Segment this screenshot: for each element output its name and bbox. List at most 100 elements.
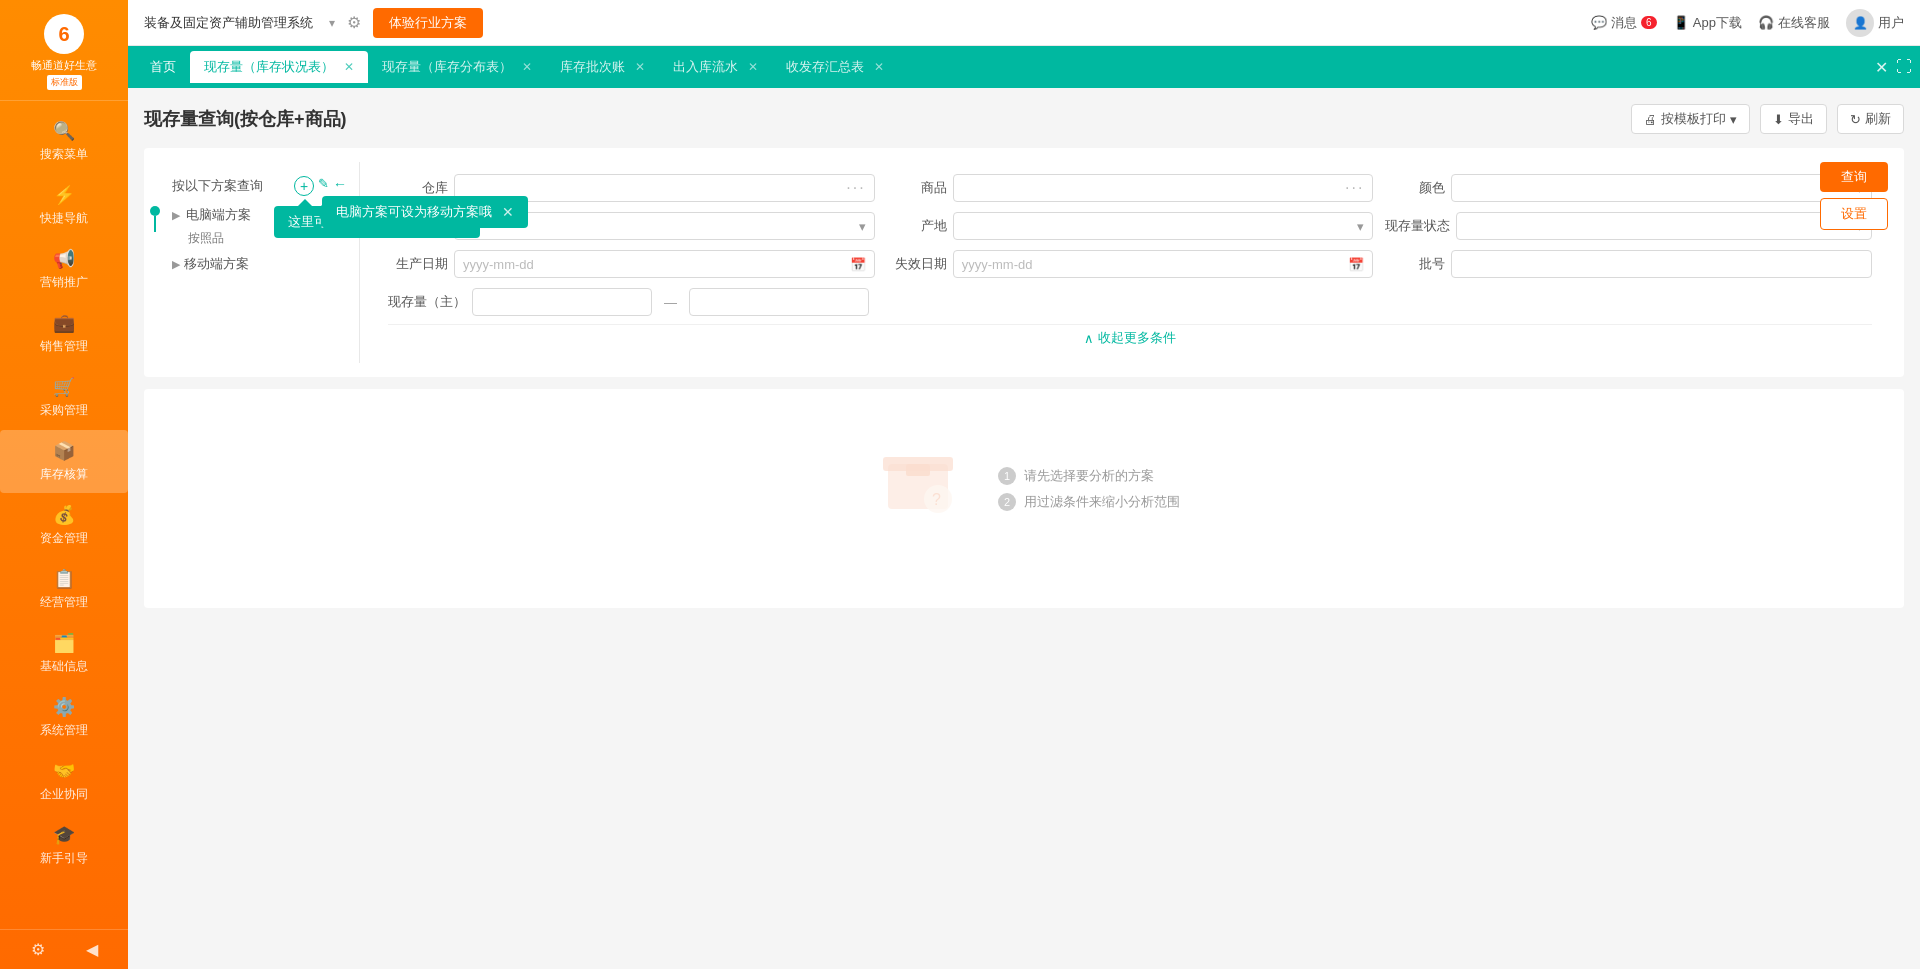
notification-badge: 6 — [1641, 16, 1657, 29]
mobile-scheme-tooltip: 电脑方案可设为移动方案哦 ✕ — [322, 196, 528, 228]
tab-stock-dist[interactable]: 现存量（库存分布表） ✕ — [368, 51, 546, 83]
edit-scheme-btn[interactable]: ✎ — [318, 176, 329, 196]
tab-bar: 首页 现存量（库存状况表） ✕ 现存量（库存分布表） ✕ 库存批次账 ✕ 出入库… — [128, 46, 1920, 88]
finance-icon: 💰 — [53, 504, 75, 526]
sidebar-item-enterprise[interactable]: 🤝 企业协同 — [0, 750, 128, 813]
add-scheme-container: + 这里可以创建和修改方案哦 ✕ — [294, 176, 314, 196]
sidebar-item-purchase[interactable]: 🛒 采购管理 — [0, 366, 128, 429]
tab-stock-flow[interactable]: 出入库流水 ✕ — [659, 51, 772, 83]
svg-rect-2 — [906, 464, 930, 476]
chevron-up-icon: ∧ — [1084, 331, 1094, 346]
sidebar-item-operations[interactable]: 📋 经营管理 — [0, 558, 128, 621]
produce-date-label: 生产日期 — [388, 255, 448, 273]
sidebar-item-label: 系统管理 — [40, 722, 88, 739]
mobile-scheme-label: 移动端方案 — [184, 255, 249, 273]
sidebar-item-sales[interactable]: 💼 销售管理 — [0, 302, 128, 365]
newbie-icon: 🎓 — [53, 824, 75, 846]
tab-stock-batch[interactable]: 库存批次账 ✕ — [546, 51, 659, 83]
expire-date-calendar-icon[interactable]: 📅 — [1348, 257, 1364, 272]
sidebar-item-newbie[interactable]: 🎓 新手引导 — [0, 814, 128, 877]
print-button[interactable]: 🖨 按模板打印 ▾ — [1631, 104, 1750, 134]
empty-step-1: 1 请先选择要分析的方案 — [998, 467, 1180, 485]
sidebar-item-label: 销售管理 — [40, 338, 88, 355]
notification-btn[interactable]: 💬 消息 6 — [1591, 14, 1657, 32]
user-label: 用户 — [1878, 14, 1904, 32]
add-scheme-btn[interactable]: + — [294, 176, 314, 196]
page-title: 现存量查询(按仓库+商品) — [144, 107, 347, 131]
origin-dropdown-icon[interactable]: ▾ — [1357, 219, 1364, 234]
sidebar-item-label: 营销推广 — [40, 274, 88, 291]
tab-close-icon[interactable]: ✕ — [522, 60, 532, 74]
back-btn[interactable]: ← — [333, 176, 347, 196]
sidebar-item-finance[interactable]: 💰 资金管理 — [0, 494, 128, 557]
content-area: 现存量查询(按仓库+商品) 🖨 按模板打印 ▾ ⬇ 导出 ↻ 刷新 — [128, 88, 1920, 969]
tab-close-icon[interactable]: ✕ — [344, 60, 354, 74]
warehouse-more-icon[interactable]: ··· — [846, 179, 865, 197]
print-dropdown-icon: ▾ — [1730, 112, 1737, 127]
print-label: 按模板打印 — [1661, 110, 1726, 128]
user-menu[interactable]: 👤 用户 — [1846, 9, 1904, 37]
expire-date-label: 失效日期 — [887, 255, 947, 273]
tab-stock-summary[interactable]: 收发存汇总表 ✕ — [772, 51, 898, 83]
notification-label: 消息 — [1611, 14, 1637, 32]
sidebar: 6 畅通道好生意 标准版 🔍 搜索菜单 ⚡ 快捷导航 📢 营销推广 💼 销售管理… — [0, 0, 128, 969]
sidebar-nav: 🔍 搜索菜单 ⚡ 快捷导航 📢 营销推广 💼 销售管理 🛒 采购管理 📦 库存核… — [0, 101, 128, 929]
inventory-icon: 📦 — [53, 440, 75, 462]
refresh-label: 刷新 — [1865, 110, 1891, 128]
expire-date-filter: 失效日期 yyyy-mm-dd 📅 — [887, 250, 1374, 278]
sidebar-item-marketing[interactable]: 📢 营销推广 — [0, 238, 128, 301]
app-download-label: App下载 — [1693, 14, 1742, 32]
export-button[interactable]: ⬇ 导出 — [1760, 104, 1827, 134]
system-dropdown-icon[interactable]: ▾ — [329, 16, 335, 30]
home-tab-label: 首页 — [150, 58, 176, 76]
trial-button[interactable]: 体验行业方案 — [373, 8, 483, 38]
refresh-button[interactable]: ↻ 刷新 — [1837, 104, 1904, 134]
header-left: 装备及固定资产辅助管理系统 ▾ ⚙ 体验行业方案 — [144, 8, 483, 38]
collapse-sidebar-btn[interactable]: ◀ — [86, 940, 98, 959]
tab-stock-status[interactable]: 现存量（库存状况表） ✕ — [190, 51, 368, 83]
tab-close-icon[interactable]: ✕ — [635, 60, 645, 74]
tab-close-icon[interactable]: ✕ — [748, 60, 758, 74]
sidebar-item-system[interactable]: ⚙️ 系统管理 — [0, 686, 128, 749]
purchase-icon: 🛒 — [53, 376, 75, 398]
enterprise-icon: 🤝 — [53, 760, 75, 782]
stock-main-label: 现存量（主） — [388, 293, 466, 311]
sidebar-item-search-menu[interactable]: 🔍 搜索菜单 — [0, 110, 128, 173]
sidebar-item-base-info[interactable]: 🗂️ 基础信息 — [0, 622, 128, 685]
tab-bar-actions: ✕ ⛶ — [1875, 58, 1912, 77]
search-button[interactable]: 查询 — [1820, 162, 1888, 192]
stock-main-filter: 现存量（主） — — [388, 288, 869, 316]
sidebar-item-label: 采购管理 — [40, 402, 88, 419]
export-icon: ⬇ — [1773, 112, 1784, 127]
tooltip1-close[interactable]: ✕ — [502, 204, 514, 220]
gear-button[interactable]: ⚙ — [347, 13, 361, 32]
app-download-btn[interactable]: 📱 App下载 — [1673, 14, 1742, 32]
sales-icon: 💼 — [53, 312, 75, 334]
size-dropdown-icon[interactable]: ▾ — [859, 219, 866, 234]
close-all-tabs-btn[interactable]: ✕ — [1875, 58, 1888, 77]
sidebar-logo: 6 畅通道好生意 标准版 — [0, 0, 128, 101]
tab-home[interactable]: 首页 — [136, 51, 190, 83]
system-name: 装备及固定资产辅助管理系统 — [144, 14, 313, 32]
sidebar-item-quick-nav[interactable]: ⚡ 快捷导航 — [0, 174, 128, 237]
stock-main-dash: — — [664, 295, 677, 310]
reset-button[interactable]: 设置 — [1820, 198, 1888, 230]
settings-btn[interactable]: ⚙ — [31, 940, 45, 959]
empty-steps: 1 请先选择要分析的方案 2 用过滤条件来缩小分析范围 — [998, 467, 1180, 511]
tab-close-icon[interactable]: ✕ — [874, 60, 884, 74]
tab-label: 现存量（库存状况表） — [204, 58, 334, 76]
expire-date-placeholder: yyyy-mm-dd — [962, 257, 1033, 272]
online-service-btn[interactable]: 🎧 在线客服 — [1758, 14, 1830, 32]
goods-more-icon[interactable]: ··· — [1345, 179, 1364, 197]
fullscreen-btn[interactable]: ⛶ — [1896, 58, 1912, 76]
sidebar-item-inventory[interactable]: 📦 库存核算 — [0, 430, 128, 493]
brand-badge: 标准版 — [47, 75, 82, 90]
goods-filter: 商品 ··· — [887, 174, 1374, 202]
collapse-conditions-btn[interactable]: ∧ 收起更多条件 — [388, 324, 1872, 351]
sidebar-item-label: 基础信息 — [40, 658, 88, 675]
logo-icon: 6 — [44, 14, 84, 54]
collapse-label: 收起更多条件 — [1098, 329, 1176, 347]
sidebar-item-label: 企业协同 — [40, 786, 88, 803]
tooltip1-text: 电脑方案可设为移动方案哦 — [336, 203, 492, 221]
produce-date-calendar-icon[interactable]: 📅 — [850, 257, 866, 272]
